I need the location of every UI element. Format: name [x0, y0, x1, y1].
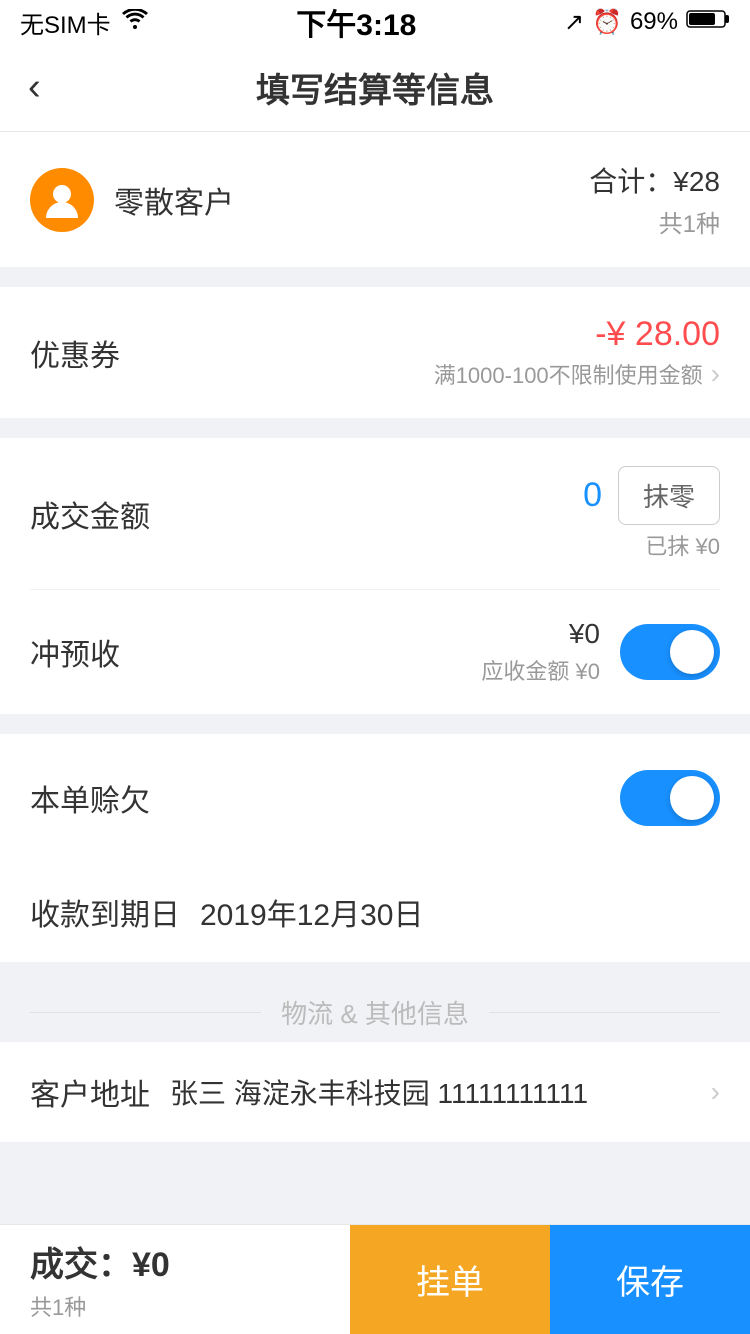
customer-avatar	[30, 168, 94, 232]
back-button[interactable]: ‹	[28, 66, 41, 109]
save-button[interactable]: 保存	[550, 1225, 750, 1334]
coupon-right: -¥ 28.00 满1000-100不限制使用金额 ›	[434, 315, 720, 390]
address-row[interactable]: 客户地址 张三 海淀永丰科技园 11111111111 ›	[30, 1042, 720, 1142]
main-content: 零散客户 合计：¥28 共1种 优惠券 -¥ 28.00 满1000-100不限…	[0, 132, 750, 1262]
customer-left: 零散客户	[30, 168, 234, 232]
location-icon: ↗	[564, 8, 584, 37]
status-right: ↗ ⏰ 69%	[564, 8, 730, 37]
transaction-section: 成交金额 0 抹零 已抹 ¥0 冲预收 ¥0 应收金额 ¥0	[0, 438, 750, 714]
customer-name: 零散客户	[114, 178, 234, 222]
prepay-receivable: 应收金额 ¥0	[481, 654, 600, 686]
total-count: 共1种	[589, 204, 720, 239]
amount-row: 成交金额 0 抹零 已抹 ¥0	[30, 438, 720, 590]
carrier-label: 无SIM卡	[20, 5, 111, 40]
due-date-label: 收款到期日	[30, 890, 180, 934]
prepay-amount: ¥0	[481, 618, 600, 650]
customer-section: 零散客户 合计：¥28 共1种	[0, 132, 750, 267]
gap-3	[0, 714, 750, 734]
bottom-info: 成交：¥0 共1种	[0, 1237, 350, 1322]
debt-toggle-circle	[670, 776, 714, 820]
status-time: 下午3:18	[296, 0, 416, 44]
logistics-text: 物流 & 其他信息	[261, 994, 489, 1031]
gap-2	[0, 418, 750, 438]
coupon-desc: 满1000-100不限制使用金额 ›	[434, 358, 720, 390]
debt-label: 本单赊欠	[30, 776, 150, 820]
customer-right: 合计：¥28 共1种	[589, 160, 720, 239]
bottom-deal-amount: ¥0	[132, 1246, 170, 1284]
debt-toggle[interactable]	[620, 770, 720, 826]
coupon-section[interactable]: 优惠券 -¥ 28.00 满1000-100不限制使用金额 ›	[0, 287, 750, 418]
due-date-section: 收款到期日 2019年12月30日	[0, 862, 750, 962]
already-deducted-text: 已抹 ¥0	[645, 529, 720, 561]
prepay-row: 冲预收 ¥0 应收金额 ¥0	[30, 590, 720, 714]
debt-section: 本单赊欠	[0, 734, 750, 862]
battery-icon	[686, 8, 730, 37]
page-title: 填写结算等信息	[256, 63, 494, 112]
coupon-chevron-icon: ›	[711, 358, 720, 390]
bottom-count: 共1种	[30, 1290, 320, 1322]
amount-label: 成交金额	[30, 492, 150, 536]
alarm-icon: ⏰	[592, 8, 622, 37]
address-value: 张三 海淀永丰科技园 11111111111	[170, 1072, 707, 1112]
nav-bar: ‹ 填写结算等信息	[0, 44, 750, 132]
gap-1	[0, 267, 750, 287]
bottom-bar: 成交：¥0 共1种 挂单 保存	[0, 1224, 750, 1334]
coupon-label: 优惠券	[30, 331, 120, 375]
toggle-circle	[670, 630, 714, 674]
amount-right: 0 抹零	[583, 466, 720, 525]
logistics-divider: 物流 & 其他信息	[0, 982, 750, 1042]
total-amount: 合计：¥28	[589, 160, 720, 200]
wifi-icon	[121, 8, 149, 36]
address-label: 客户地址	[30, 1070, 150, 1114]
status-bar: 无SIM卡 下午3:18 ↗ ⏰ 69%	[0, 0, 750, 44]
battery-label: 69%	[630, 8, 678, 36]
status-left: 无SIM卡	[20, 5, 149, 40]
due-date-row: 收款到期日 2019年12月30日	[30, 862, 720, 962]
address-section: 客户地址 张三 海淀永丰科技园 11111111111 ›	[0, 1042, 750, 1142]
address-chevron-icon: ›	[711, 1076, 720, 1108]
amount-value: 0	[583, 476, 602, 515]
prepay-toggle[interactable]	[620, 624, 720, 680]
bottom-deal-label: 成交：¥0	[30, 1237, 320, 1286]
round-off-button[interactable]: 抹零	[618, 466, 720, 525]
hold-button[interactable]: 挂单	[350, 1225, 550, 1334]
coupon-discount: -¥ 28.00	[434, 315, 720, 354]
due-date-value: 2019年12月30日	[200, 890, 423, 934]
debt-row: 本单赊欠	[30, 734, 720, 862]
prepay-label: 冲预收	[30, 630, 120, 674]
